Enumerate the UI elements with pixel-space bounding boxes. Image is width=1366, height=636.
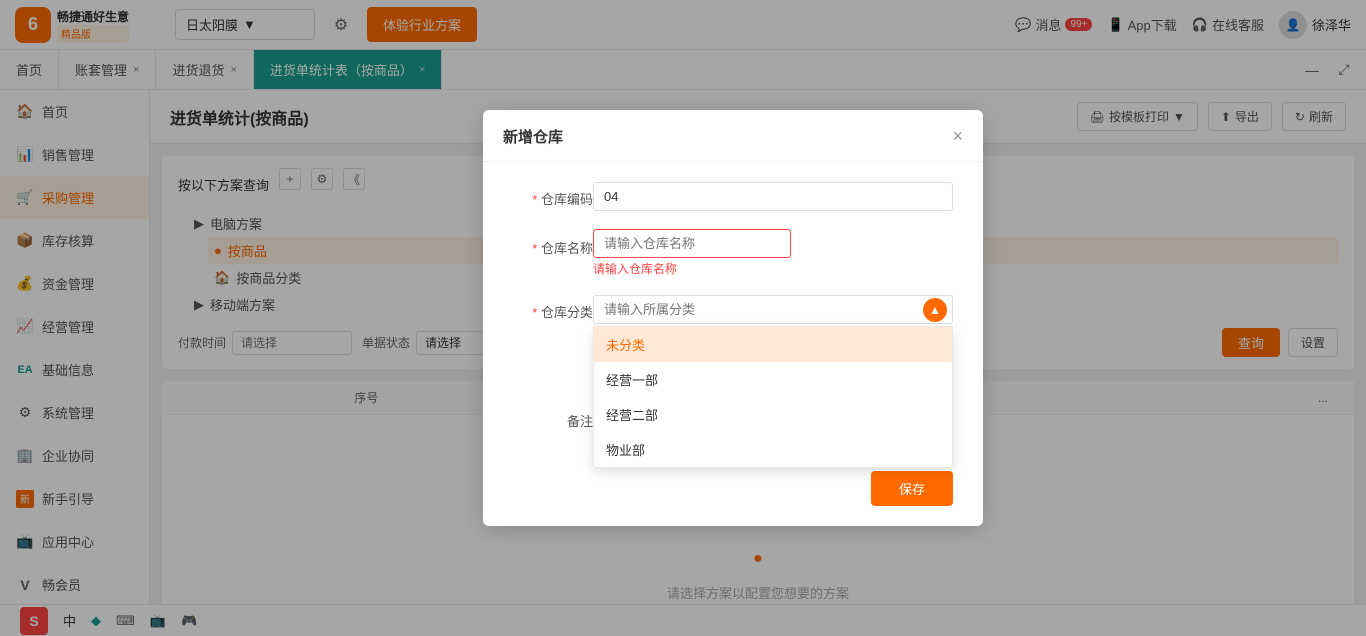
modal-body: * 仓库编码 * 仓库名称 请输入仓库名称 * 仓库分类 [483,162,983,461]
name-label: * 仓库名称 [513,231,593,257]
category-field: ▲ 未分类 经营一部 经营二部 物业部 [593,295,953,324]
category-label: * 仓库分类 [513,295,593,321]
dropdown-item-property[interactable]: 物业部 [594,432,952,467]
dropdown-item-uncategorized[interactable]: 未分类 [594,327,952,362]
dropdown-item-ops1[interactable]: 经营一部 [594,362,952,397]
category-dropdown: 未分类 经营一部 经营二部 物业部 [593,326,953,468]
save-button[interactable]: 保存 [871,471,953,506]
chevron-up-icon: ▲ [929,303,941,317]
code-required-mark: * [532,192,537,207]
name-input[interactable] [593,229,791,258]
dropdown-item-ops2[interactable]: 经营二部 [594,397,952,432]
category-toggle-button[interactable]: ▲ [923,298,947,322]
category-required-mark: * [532,305,537,320]
code-form-row: * 仓库编码 [513,182,953,211]
modal-title: 新增仓库 [503,126,563,147]
modal-close-icon[interactable]: × [952,126,963,147]
category-input[interactable] [593,295,953,324]
code-label: * 仓库编码 [513,182,593,208]
name-error-row: 请输入仓库名称 [513,258,677,277]
warehouse-modal: 新增仓库 × * 仓库编码 * 仓库名称 请输入仓库名称 [483,110,983,526]
modal-header: 新增仓库 × [483,110,983,162]
code-input[interactable] [593,182,953,211]
name-required-mark: * [532,241,537,256]
name-error-message: 请输入仓库名称 [593,260,677,277]
category-form-row: * 仓库分类 ▲ 未分类 经营一部 经营二部 物业部 [513,295,953,324]
name-form-row: * 仓库名称 请输入仓库名称 [513,229,953,277]
name-row-inner: * 仓库名称 [513,229,791,258]
note-label: 备注 [513,404,593,430]
